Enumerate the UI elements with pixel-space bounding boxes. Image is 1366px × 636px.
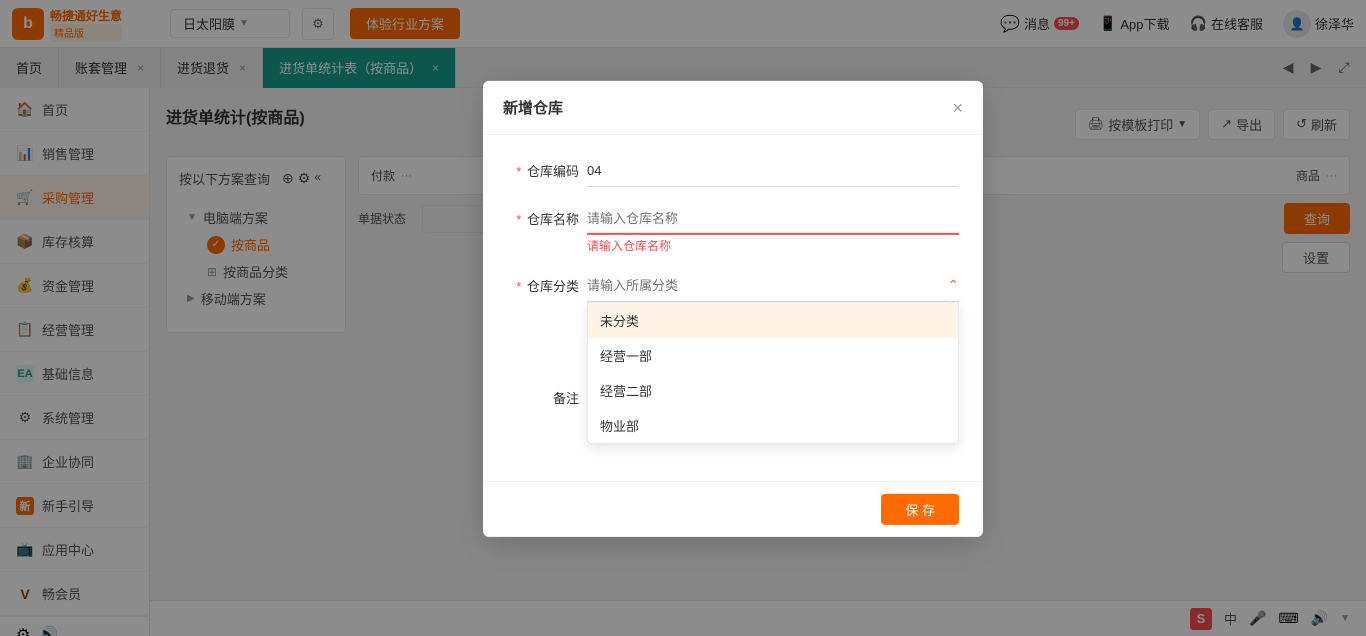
category-arrow-icon[interactable]: ⌃ xyxy=(947,277,959,294)
modal-footer: 保 存 xyxy=(483,481,983,537)
code-label: * 仓库编码 xyxy=(507,155,587,180)
form-row-name: * 仓库名称 请输入仓库名称 xyxy=(507,203,959,254)
dropdown-item-property[interactable]: 物业部 xyxy=(588,408,958,443)
dropdown-item-ops2[interactable]: 经营二部 xyxy=(588,373,958,408)
new-warehouse-modal: 新增仓库 × * 仓库编码 * 仓库名称 请输入仓库名称 xyxy=(483,81,983,537)
code-control xyxy=(587,155,959,187)
modal-title: 新增仓库 xyxy=(503,97,563,118)
notes-label: 备注 xyxy=(507,382,587,407)
name-label: * 仓库名称 xyxy=(507,203,587,228)
form-row-category: * 仓库分类 ⌃ 未分类 经营一部 经营二部 物业部 xyxy=(507,270,959,302)
save-button[interactable]: 保 存 xyxy=(881,494,959,525)
category-input[interactable] xyxy=(587,269,947,301)
modal-header: 新增仓库 × xyxy=(483,81,983,135)
modal-close-button[interactable]: × xyxy=(952,98,963,116)
category-select[interactable]: ⌃ xyxy=(587,270,959,302)
category-control: ⌃ 未分类 经营一部 经营二部 物业部 xyxy=(587,270,959,302)
category-label: * 仓库分类 xyxy=(507,270,587,295)
dropdown-item-ops1[interactable]: 经营一部 xyxy=(588,338,958,373)
name-control: 请输入仓库名称 xyxy=(587,203,959,254)
code-input[interactable] xyxy=(587,155,959,187)
name-input[interactable] xyxy=(587,203,959,235)
form-row-code: * 仓库编码 xyxy=(507,155,959,187)
dropdown-item-unclassified[interactable]: 未分类 xyxy=(588,303,958,338)
modal-body: * 仓库编码 * 仓库名称 请输入仓库名称 * 仓库分类 xyxy=(483,135,983,481)
category-dropdown: 未分类 经营一部 经营二部 物业部 xyxy=(587,302,959,444)
name-error-text: 请输入仓库名称 xyxy=(587,237,959,254)
